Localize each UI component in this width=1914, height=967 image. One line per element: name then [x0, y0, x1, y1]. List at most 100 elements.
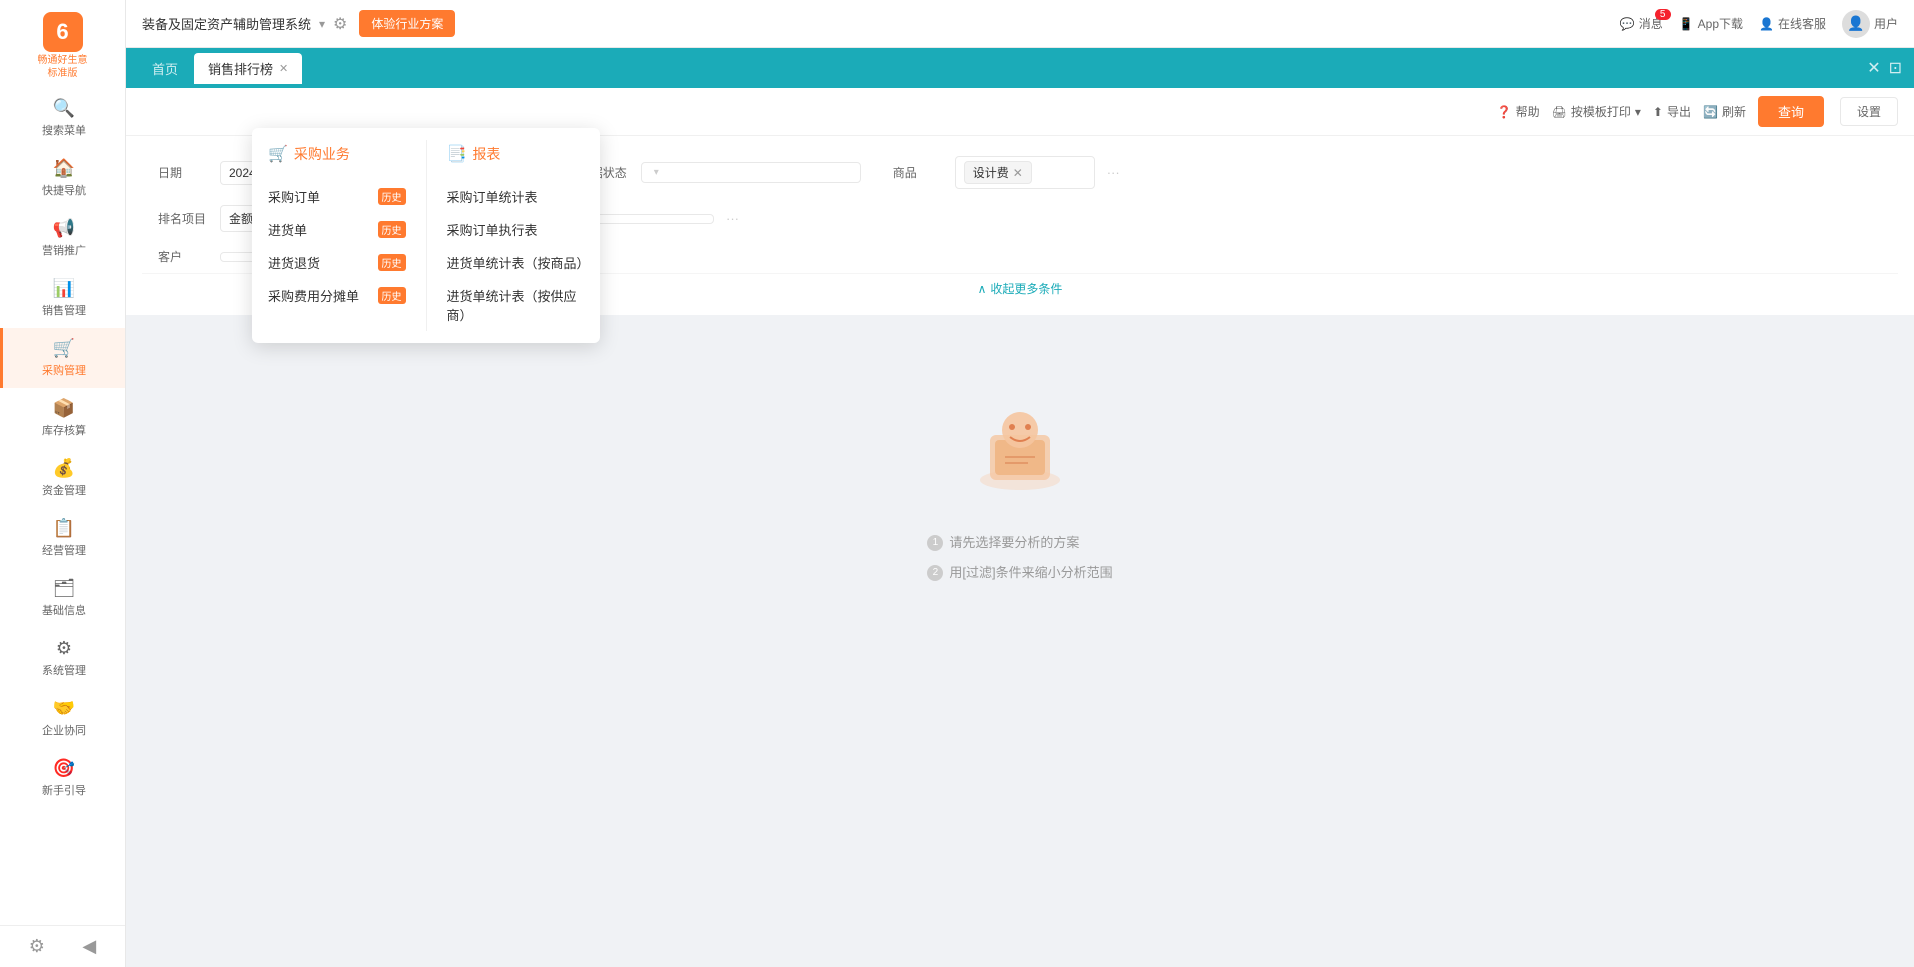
gear-icon: ⚙ [56, 638, 72, 659]
online-service-label: 在线客服 [1778, 15, 1826, 32]
goods-more[interactable]: ··· [1107, 165, 1120, 180]
tab-bar: 首页 销售排行榜 ✕ ✕ ⊡ [126, 48, 1914, 88]
sidebar-item-label: 基础信息 [42, 602, 86, 618]
sidebar-item-purchase[interactable]: 🛒 采购管理 [0, 328, 125, 388]
refresh-btn[interactable]: 🔄 刷新 [1703, 103, 1746, 120]
tab-maximize-icon[interactable]: ⊡ [1889, 58, 1902, 78]
menu-item-inbound[interactable]: 进货单 历史 [268, 213, 406, 246]
system-name: 装备及固定资产辅助管理系统 [142, 14, 311, 33]
sidebar-item-enterprise[interactable]: 🤝 企业协同 [0, 688, 125, 748]
print-icon: 🖨 [1552, 105, 1567, 119]
menu-item-inbound-by-goods[interactable]: 进货单统计表（按商品） [447, 246, 585, 279]
salesperson-more[interactable]: ··· [726, 211, 739, 226]
sidebar-item-label: 采购管理 [42, 362, 86, 378]
sidebar-item-label: 企业协同 [42, 722, 86, 738]
phone-icon: 📱 [1679, 17, 1694, 31]
business-icon: 🛒 [268, 144, 288, 164]
sidebar-item-label: 新手引导 [42, 782, 86, 798]
report-icon: 📑 [447, 144, 467, 164]
topbar-gear-icon[interactable]: ⚙ [333, 14, 347, 34]
print-template-btn[interactable]: 🖨 按模板打印 ▾ [1552, 103, 1641, 120]
sidebar: 6 畅通好生意 标准版 🔍 搜索菜单 🏠 快捷导航 📢 营销推广 📊 [0, 0, 126, 967]
sidebar-item-label: 营销推广 [42, 242, 86, 258]
help-icon: ❓ [1497, 105, 1512, 119]
tab-home[interactable]: 首页 [138, 53, 192, 84]
empty-state: 1 请先选择要分析的方案 2 用[过滤]条件来缩小分析范围 [126, 315, 1914, 666]
sidebar-logo: 6 畅通好生意 标准版 [0, 0, 125, 88]
empty-state-text: 1 请先选择要分析的方案 2 用[过滤]条件来缩小分析范围 [927, 530, 1112, 586]
purchase-business-col: 🛒 采购业务 采购订单 历史 进货单 历史 进货退货 历史 [252, 140, 422, 331]
collapse-sidebar-icon[interactable]: ◀ [82, 936, 96, 957]
sidebar-item-inventory[interactable]: 📦 库存核算 [0, 388, 125, 448]
topbar: 装备及固定资产辅助管理系统 ▾ ⚙ 体验行业方案 💬 消息 5 📱 App下载 … [126, 0, 1914, 48]
goods-tag: 设计费 ✕ [964, 161, 1032, 184]
export-icon: ⬆ [1653, 105, 1663, 119]
purchase-business-title: 🛒 采购业务 [268, 140, 406, 168]
megaphone-icon: 📢 [53, 218, 75, 239]
logo-icon: 6 [43, 12, 83, 52]
status-dropdown-icon: ▾ [654, 167, 659, 178]
date-label: 日期 [158, 164, 208, 181]
goods-input[interactable]: 设计费 ✕ [955, 156, 1095, 189]
query-button[interactable]: 查询 [1758, 96, 1824, 127]
purchase-report-col: 📑 报表 采购订单统计表 采购订单执行表 进货单统计表（按商品） 进货单统计表（… [431, 140, 601, 331]
print-dropdown-icon: ▾ [1635, 105, 1641, 119]
money-icon: 💰 [53, 458, 75, 479]
system-dropdown-icon[interactable]: ▾ [319, 17, 325, 31]
message-icon: 💬 [1620, 17, 1635, 31]
tab-close-icon[interactable]: ✕ [279, 62, 288, 75]
goods-label: 商品 [893, 164, 943, 181]
grid-icon: 🗂 [53, 578, 76, 599]
target-icon: 🎯 [53, 758, 75, 779]
help-btn[interactable]: ❓ 帮助 [1497, 103, 1540, 120]
menu-item-purchase-expense[interactable]: 采购费用分摊单 历史 [268, 279, 406, 312]
sidebar-item-base-info[interactable]: 🗂 基础信息 [0, 568, 125, 628]
history-badge: 历史 [378, 221, 406, 238]
tab-close-all-icon[interactable]: ✕ [1867, 58, 1880, 78]
sidebar-item-sales[interactable]: 📊 销售管理 [0, 268, 125, 328]
goods-tag-remove[interactable]: ✕ [1013, 166, 1023, 180]
app-download-label: App下载 [1698, 15, 1743, 32]
chart-icon: 📊 [53, 278, 75, 299]
topbar-online-service[interactable]: 👤 在线客服 [1759, 15, 1826, 32]
user-avatar: 👤 [1842, 10, 1870, 38]
sidebar-item-marketing[interactable]: 📢 营销推广 [0, 208, 125, 268]
history-badge: 历史 [378, 287, 406, 304]
logo-text: 畅通好生意 标准版 [38, 54, 88, 80]
sidebar-item-quick-nav[interactable]: 🏠 快捷导航 [0, 148, 125, 208]
sidebar-item-operations[interactable]: 📋 经营管理 [0, 508, 125, 568]
clipboard-icon: 📋 [53, 518, 75, 539]
tab-sales-ranking-label: 销售排行榜 [208, 59, 273, 78]
menu-item-inbound-by-supplier[interactable]: 进货单统计表（按供应商） [447, 279, 585, 331]
topbar-message[interactable]: 💬 消息 5 [1620, 15, 1663, 32]
status-input[interactable]: ▾ [641, 162, 861, 183]
menu-item-purchase-order[interactable]: 采购订单 历史 [268, 180, 406, 213]
refresh-icon: 🔄 [1703, 105, 1718, 119]
menu-item-po-exec[interactable]: 采购订单执行表 [447, 213, 585, 246]
sidebar-item-newcomer[interactable]: 🎯 新手引导 [0, 748, 125, 808]
empty-state-icon [960, 395, 1080, 514]
topbar-app-download[interactable]: 📱 App下载 [1679, 15, 1743, 32]
sidebar-item-system[interactable]: ⚙ 系统管理 [0, 628, 125, 688]
settings-button[interactable]: 设置 [1840, 97, 1898, 126]
customer-label: 客户 [158, 248, 208, 265]
menu-item-po-stat[interactable]: 采购订单统计表 [447, 180, 585, 213]
purchase-dropdown-menu: 🛒 采购业务 采购订单 历史 进货单 历史 进货退货 历史 [252, 128, 600, 343]
cart-icon: 🛒 [53, 338, 75, 359]
sidebar-item-label: 经营管理 [42, 542, 86, 558]
settings-icon[interactable]: ⚙ [29, 936, 45, 957]
tab-home-label: 首页 [152, 59, 178, 78]
message-badge: 5 [1655, 9, 1671, 20]
topbar-user[interactable]: 👤 用户 [1842, 10, 1898, 38]
box-icon: 📦 [53, 398, 75, 419]
sidebar-item-search[interactable]: 🔍 搜索菜单 [0, 88, 125, 148]
tab-sales-ranking[interactable]: 销售排行榜 ✕ [194, 53, 302, 84]
industry-btn[interactable]: 体验行业方案 [359, 10, 455, 37]
export-btn[interactable]: ⬆ 导出 [1653, 103, 1691, 120]
sidebar-item-finance[interactable]: 💰 资金管理 [0, 448, 125, 508]
rank-label: 排名项目 [158, 210, 208, 227]
menu-divider [426, 140, 427, 331]
tab-bar-right: ✕ ⊡ [1867, 58, 1902, 78]
menu-item-inbound-return[interactable]: 进货退货 历史 [268, 246, 406, 279]
service-icon: 👤 [1759, 17, 1774, 31]
